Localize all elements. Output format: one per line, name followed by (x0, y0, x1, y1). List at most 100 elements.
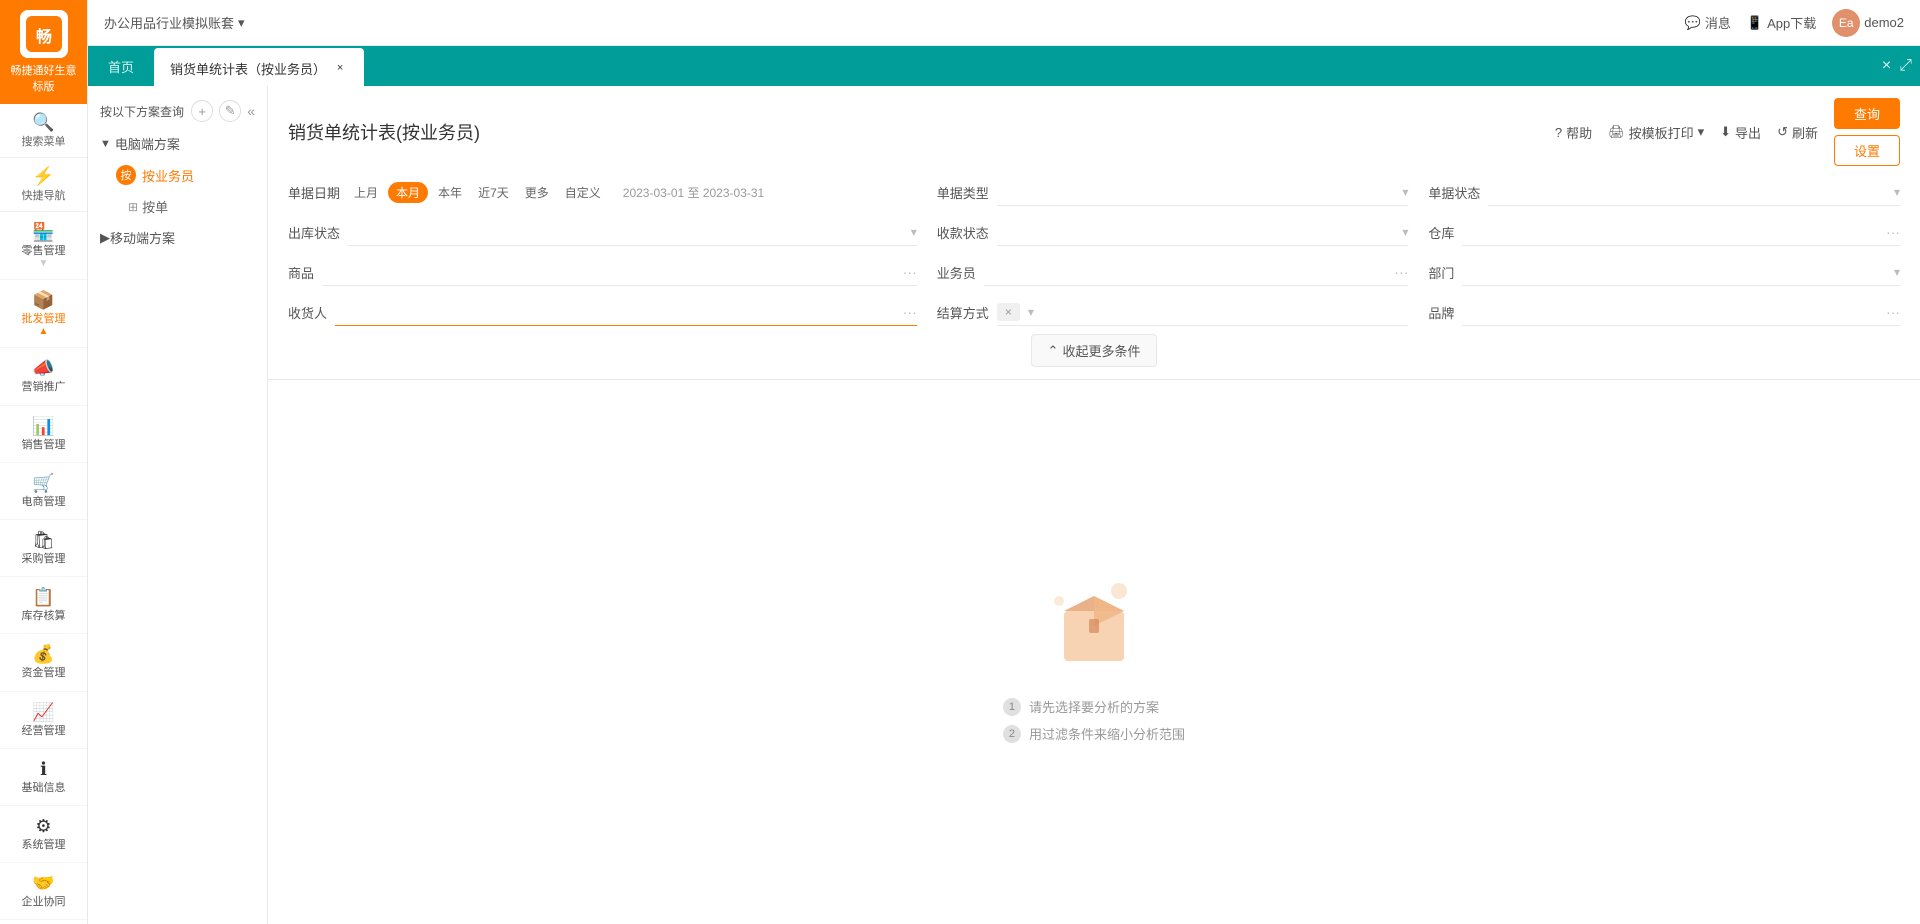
brand-select[interactable]: ··· (1462, 298, 1900, 326)
tree-child-by-order[interactable]: ⊞ 按单 (88, 191, 267, 222)
dept-label: 部门 (1428, 263, 1454, 282)
collapse-filter-btn[interactable]: ⌃ 收起更多条件 (1031, 334, 1158, 367)
print-icon: 🖨 (1608, 124, 1625, 140)
sub-tree-pc: 按 按业务员 ⊞ 按单 (88, 159, 267, 222)
sidebar-item-sales[interactable]: 📊 销售管理 (0, 406, 87, 463)
setting-button[interactable]: 设置 (1834, 135, 1900, 166)
refresh-icon: ↺ (1777, 124, 1788, 140)
sidebar-item-label: 批发管理 (22, 313, 66, 326)
filter-brand: 品牌 ··· (1428, 298, 1900, 326)
collapse-label: 收起更多条件 (1062, 341, 1140, 360)
status-select[interactable]: ▾ (1488, 178, 1900, 206)
pc-group-label: 电脑端方案 (115, 134, 180, 153)
salesman-icon: 按 (116, 165, 136, 185)
tab-sales-stat[interactable]: 销货单统计表（按业务员） × (154, 48, 364, 88)
help-btn[interactable]: ? 帮助 (1555, 123, 1592, 142)
sidebar-item-label: 企业协同 (22, 896, 66, 909)
sidebar-item-guide[interactable]: 🎯 新手引导 (0, 920, 87, 924)
recv-status-select[interactable]: ▾ (997, 218, 1409, 246)
export-btn[interactable]: ⬇ 导出 (1720, 123, 1761, 142)
filter-date: 单据日期 上月 本月 本年 近7天 更多 自定义 20 (288, 182, 917, 203)
recv-status-label: 收款状态 (937, 223, 989, 242)
type-dropdown-icon: ▾ (1402, 185, 1408, 199)
date-tab-custom[interactable]: 自定义 (559, 182, 607, 203)
sidebar-item-label: 基础信息 (22, 782, 66, 795)
close-window-btn[interactable]: × (1882, 57, 1891, 75)
sidebar-item-purchase[interactable]: 🛍 采购管理 (0, 520, 87, 577)
out-status-dropdown-icon: ▾ (911, 225, 917, 239)
sidebar-nav-item[interactable]: ⚡ 快捷导航 (0, 158, 87, 212)
panel-actions: + ✎ « (191, 100, 255, 122)
receiver-dots-icon[interactable]: ··· (903, 304, 917, 320)
query-button[interactable]: 查询 (1834, 98, 1900, 129)
settle-tag-close-btn[interactable]: × (1005, 305, 1012, 319)
tabbar: 首页 销货单统计表（按业务员） × × ⤢ (88, 46, 1920, 86)
logo-text: 畅捷通好生意 标版 (8, 62, 79, 94)
sidebar-item-inventory[interactable]: 📋 库存核算 (0, 577, 87, 634)
brand-label: 品牌 (1428, 303, 1454, 322)
message-label: 消息 (1705, 13, 1731, 32)
collapse-panel-btn[interactable]: « (247, 103, 255, 119)
goods-dots-icon[interactable]: ··· (903, 264, 917, 280)
settle-label: 结算方式 (937, 303, 989, 322)
date-tab-last-month[interactable]: 上月 (348, 182, 384, 203)
by-salesman-label: 按业务员 (142, 166, 194, 185)
sidebar-item-ecommerce[interactable]: 🛒 电商管理 (0, 463, 87, 520)
out-status-select[interactable]: ▾ (348, 218, 917, 246)
date-tab-this-month[interactable]: 本月 (388, 182, 428, 203)
tree-mobile-group[interactable]: ▶ 移动端方案 (88, 222, 267, 253)
date-tab-this-year[interactable]: 本年 (432, 182, 468, 203)
empty-illustration (1034, 561, 1154, 681)
sidebar-item-label: 电商管理 (22, 496, 66, 509)
svg-text:畅: 畅 (35, 27, 51, 46)
sidebar-search-item[interactable]: 🔍 搜索菜单 (0, 104, 87, 158)
operations-icon: 📈 (32, 702, 54, 723)
sidebar-item-system[interactable]: ⚙ 系统管理 (0, 806, 87, 863)
sidebar-item-label: 销售管理 (22, 439, 66, 452)
tip-num-2: 2 (1003, 725, 1021, 743)
refresh-btn[interactable]: ↺ 刷新 (1777, 123, 1818, 142)
username-label: demo2 (1864, 15, 1904, 30)
sidebar-item-label: 库存核算 (22, 610, 66, 623)
nav-label: 快捷导航 (0, 187, 87, 203)
print-btn[interactable]: 🖨 按模板打印 ▾ (1608, 123, 1704, 142)
sidebar-item-marketing[interactable]: 📣 营销推广 (0, 348, 87, 405)
receiver-label: 收货人 (288, 303, 327, 322)
empty-tip-1: 1 请先选择要分析的方案 (1003, 697, 1185, 716)
sidebar-item-wholesale[interactable]: 📦 批发管理 ▲ (0, 280, 87, 348)
warehouse-dots-icon[interactable]: ··· (1886, 224, 1900, 240)
maximize-btn[interactable]: ⤢ (1899, 57, 1912, 75)
sidebar-item-operations[interactable]: 📈 经营管理 (0, 692, 87, 749)
add-scheme-btn[interactable]: + (191, 100, 213, 122)
sidebar-item-basic[interactable]: ℹ 基础信息 (0, 749, 87, 806)
tree-child-by-salesman[interactable]: 按 按业务员 (88, 159, 267, 191)
settle-select[interactable]: × ▾ (997, 298, 1409, 326)
goods-select[interactable]: ··· (322, 258, 917, 286)
type-select[interactable]: ▾ (997, 178, 1409, 206)
salesman-select[interactable]: ··· (984, 258, 1409, 286)
empty-tip-2: 2 用过滤条件来缩小分析范围 (1003, 724, 1185, 743)
mobile-group-label: 移动端方案 (110, 228, 175, 247)
app-download-action[interactable]: 📱 App下载 (1747, 13, 1816, 32)
tree-pc-group[interactable]: ▼ 电脑端方案 (88, 128, 267, 159)
settle-dropdown-icon: ▾ (1028, 305, 1034, 319)
date-tab-more[interactable]: 更多 (519, 182, 555, 203)
edit-scheme-btn[interactable]: ✎ (219, 100, 241, 122)
salesman-dots-icon[interactable]: ··· (1394, 264, 1408, 280)
account-dropdown[interactable]: 办公用品行业模拟账套 ▾ (104, 13, 245, 32)
sidebar-item-retail[interactable]: 🏪 零售管理 ▼ (0, 212, 87, 280)
sales-icon: 📊 (32, 416, 54, 437)
date-tab-7days[interactable]: 近7天 (472, 182, 515, 203)
filter-out-status: 出库状态 ▾ (288, 218, 917, 246)
sidebar-item-corp[interactable]: 🤝 企业协同 (0, 863, 87, 920)
brand-dots-icon[interactable]: ··· (1886, 304, 1900, 320)
receiver-input[interactable]: ··· (335, 298, 917, 326)
sidebar-item-finance[interactable]: 💰 资金管理 (0, 634, 87, 691)
tab-home[interactable]: 首页 (88, 46, 154, 86)
message-action[interactable]: 💬 消息 (1685, 13, 1731, 32)
dept-select[interactable]: ▾ (1462, 258, 1900, 286)
tab-close-icon[interactable]: × (332, 60, 348, 76)
print-arrow: ▾ (1698, 124, 1705, 140)
warehouse-select[interactable]: ··· (1462, 218, 1900, 246)
user-action[interactable]: Ea demo2 (1832, 9, 1904, 37)
